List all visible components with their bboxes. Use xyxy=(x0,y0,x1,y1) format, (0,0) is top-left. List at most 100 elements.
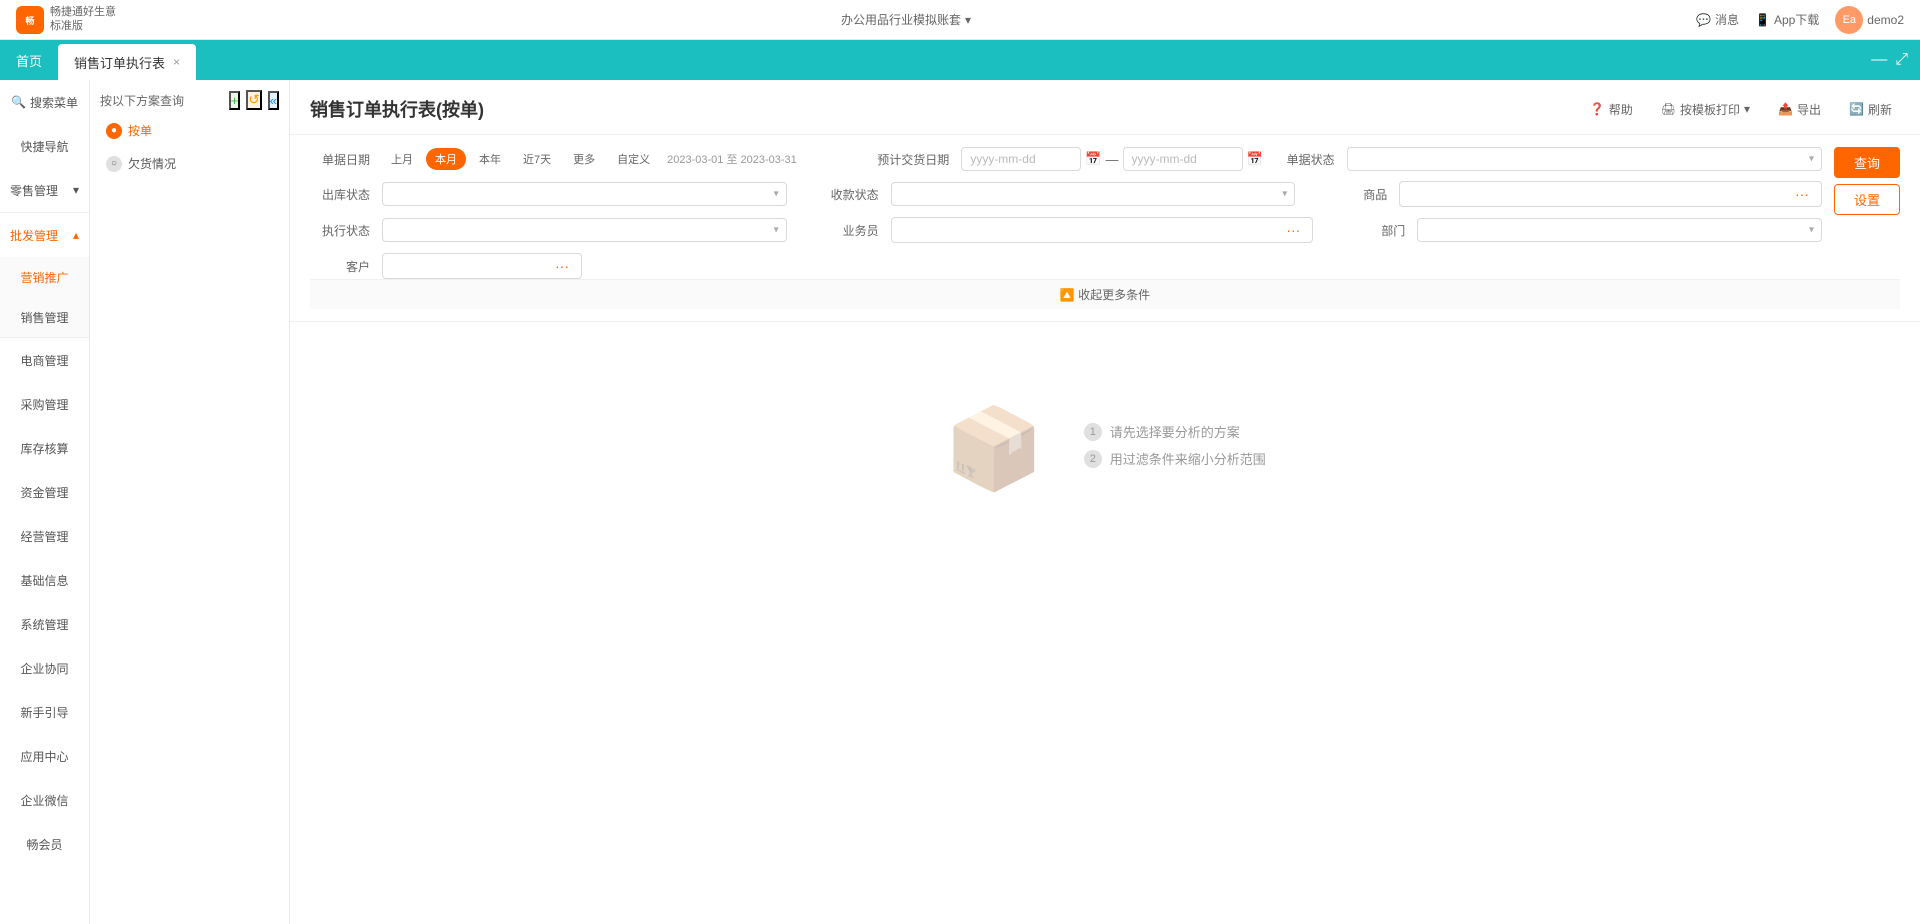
calendar-end-icon[interactable]: 📅 xyxy=(1247,151,1263,167)
exec-status-select[interactable] xyxy=(382,218,787,242)
breadcrumb[interactable]: 办公用品行业模拟账套 ▾ xyxy=(841,11,971,28)
app-download-action[interactable]: 📱 App下载 xyxy=(1755,11,1819,28)
empty-step-2: 2 用过滤条件来缩小分析范围 xyxy=(1084,449,1266,468)
sidebar-item-apps[interactable]: 应用中心 xyxy=(0,734,89,778)
date-tag-this-year[interactable]: 本年 xyxy=(470,148,510,170)
payment-status-select[interactable] xyxy=(891,182,1296,206)
filter-bar: 单据日期 上月 本月 本年 近7天 更多 自定义 2023-03-01 至 20… xyxy=(290,135,1920,322)
retail-arrow-icon: ▾ xyxy=(73,183,79,197)
date-tag-7days[interactable]: 近7天 xyxy=(514,148,560,170)
tab-home[interactable]: 首页 xyxy=(0,40,58,80)
app-icon: 📱 xyxy=(1755,13,1770,27)
customer-more-icon[interactable]: ··· xyxy=(551,258,573,274)
sidebar-item-ecommerce[interactable]: 电商管理 xyxy=(0,338,89,382)
expected-date-start[interactable] xyxy=(961,147,1081,171)
date-tag-this-month[interactable]: 本月 xyxy=(426,148,466,170)
query-button[interactable]: 查询 xyxy=(1834,147,1900,178)
filter-row-3: 执行状态 ▾ 业务员 ··· xyxy=(310,217,1822,243)
page-container: 按以下方案查询 + ↺ « ● 按单 ○ 欠货情况 xyxy=(90,80,1920,924)
wholesale-label: 批发管理 xyxy=(10,227,58,244)
export-button[interactable]: 📤 导出 xyxy=(1770,97,1829,122)
goods-more-icon[interactable]: ··· xyxy=(1791,186,1813,202)
tab-home-label: 首页 xyxy=(16,51,42,70)
inventory-label: 库存核算 xyxy=(20,440,68,457)
breadcrumb-arrow-icon: ▾ xyxy=(965,13,971,27)
top-bar: 畅 畅捷通好生意 标准版 办公用品行业模拟账套 ▾ 💬 消息 📱 App下载 E… xyxy=(0,0,1920,40)
sidebar-item-finance[interactable]: 资金管理 xyxy=(0,470,89,514)
press-label: 按单 xyxy=(128,122,152,139)
date-separator: — xyxy=(1106,152,1119,167)
help-button[interactable]: ❓ 帮助 xyxy=(1582,97,1641,122)
tab-close-icon[interactable]: × xyxy=(173,55,180,69)
out-status-select[interactable] xyxy=(382,182,787,206)
add-filter-button[interactable]: + xyxy=(229,91,241,110)
step-1-text: 请先选择要分析的方案 xyxy=(1110,422,1240,441)
sidebar-item-quick-nav[interactable]: 快捷导航 xyxy=(0,124,89,168)
customer-label: 客户 xyxy=(310,258,370,275)
salesperson-input[interactable] xyxy=(900,223,1283,237)
refresh-filter-button[interactable]: ↺ xyxy=(246,90,261,110)
debt-label: 欠货情况 xyxy=(128,155,176,172)
sidebar-item-wechat[interactable]: 企业微信 xyxy=(0,778,89,822)
out-status-select-wrap: ▾ xyxy=(382,182,787,206)
customer-input[interactable] xyxy=(391,259,551,273)
sidebar-search-menu[interactable]: 🔍 搜索菜单 xyxy=(0,80,89,124)
main-layout: 🔍 搜索菜单 快捷导航 零售管理 ▾ 批发管理 ▴ 营销推广 销售管理 xyxy=(0,80,1920,924)
message-icon: 💬 xyxy=(1696,13,1711,27)
filter-row-1: 单据日期 上月 本月 本年 近7天 更多 自定义 2023-03-01 至 20… xyxy=(310,147,1822,171)
maximize-icon[interactable]: ⤢ xyxy=(1895,51,1908,69)
sidebar-item-member[interactable]: 畅会员 xyxy=(0,822,89,866)
page-title: 销售订单执行表(按单) xyxy=(310,96,484,122)
collapse-bar[interactable]: 🔼 收起更多条件 xyxy=(310,279,1900,309)
calendar-start-icon[interactable]: 📅 xyxy=(1085,151,1101,167)
sidebar-item-purchase[interactable]: 采购管理 xyxy=(0,382,89,426)
sidebar-item-retail[interactable]: 零售管理 ▾ xyxy=(0,168,89,212)
user-action[interactable]: Ea demo2 xyxy=(1835,6,1904,34)
sidebar-item-inventory[interactable]: 库存核算 xyxy=(0,426,89,470)
tab-bar: 首页 销售订单执行表 × — ⤢ xyxy=(0,40,1920,80)
sidebar-item-wholesale[interactable]: 批发管理 ▴ xyxy=(0,213,89,257)
tab-active[interactable]: 销售订单执行表 × xyxy=(58,44,196,80)
date-tag-custom[interactable]: 自定义 xyxy=(608,148,659,170)
date-tag-more[interactable]: 更多 xyxy=(564,148,604,170)
status-select[interactable] xyxy=(1347,147,1822,171)
date-group: 上月 本月 本年 近7天 更多 自定义 2023-03-01 至 2023-03… xyxy=(382,148,857,170)
system-label: 系统管理 xyxy=(20,616,68,633)
username-label: demo2 xyxy=(1867,13,1904,27)
right-content: 销售订单执行表(按单) ❓ 帮助 🖨 按模板打印 ▾ 📤 xyxy=(290,80,1920,924)
expected-date-end[interactable] xyxy=(1123,147,1243,171)
print-button[interactable]: 🖨 按模板打印 ▾ xyxy=(1653,97,1758,122)
page-title-bar: 销售订单执行表(按单) ❓ 帮助 🖨 按模板打印 ▾ 📤 xyxy=(290,80,1920,135)
sidebar-item-operation[interactable]: 经营管理 xyxy=(0,514,89,558)
refresh-button[interactable]: 🔄 刷新 xyxy=(1841,97,1900,122)
expected-date-input-group: 📅 — 📅 xyxy=(961,147,1262,171)
wholesale-arrow-icon: ▴ xyxy=(73,228,79,242)
sidebar-item-enterprise[interactable]: 企业协同 xyxy=(0,646,89,690)
sidebar-sub-marketing[interactable]: 营销推广 xyxy=(0,257,89,297)
step-num-1: 1 xyxy=(1084,423,1102,441)
enterprise-label: 企业协同 xyxy=(20,660,68,677)
setting-button[interactable]: 设置 xyxy=(1834,184,1900,215)
date-tag-last-month[interactable]: 上月 xyxy=(382,148,422,170)
print-icon: 🖨 xyxy=(1661,102,1676,116)
sidebar-sub-sales[interactable]: 销售管理 xyxy=(0,297,89,337)
sidebar-item-basic[interactable]: 基础信息 xyxy=(0,558,89,602)
collapse-label: 收起更多条件 xyxy=(1078,288,1150,302)
sidebar-item-system[interactable]: 系统管理 xyxy=(0,602,89,646)
member-label: 畅会员 xyxy=(26,836,62,853)
svg-text:畅: 畅 xyxy=(25,15,34,26)
goods-input[interactable] xyxy=(1408,187,1791,201)
filter-press[interactable]: ● 按单 xyxy=(90,114,289,147)
sidebar-item-guide[interactable]: 新手引导 xyxy=(0,690,89,734)
filter-debt[interactable]: ○ 欠货情况 xyxy=(90,147,289,180)
minimize-icon[interactable]: — xyxy=(1871,51,1887,69)
out-status-label: 出库状态 xyxy=(310,186,370,203)
collapse-panel-button[interactable]: « xyxy=(268,91,279,110)
tab-active-label: 销售订单执行表 xyxy=(74,53,165,72)
search-icon: 🔍 xyxy=(11,95,26,109)
message-action[interactable]: 💬 消息 xyxy=(1696,11,1739,28)
search-menu-label: 搜索菜单 xyxy=(30,94,78,111)
date-range-display: 2023-03-01 至 2023-03-31 xyxy=(667,151,797,167)
salesperson-more-icon[interactable]: ··· xyxy=(1282,222,1304,238)
dept-select[interactable] xyxy=(1417,218,1822,242)
